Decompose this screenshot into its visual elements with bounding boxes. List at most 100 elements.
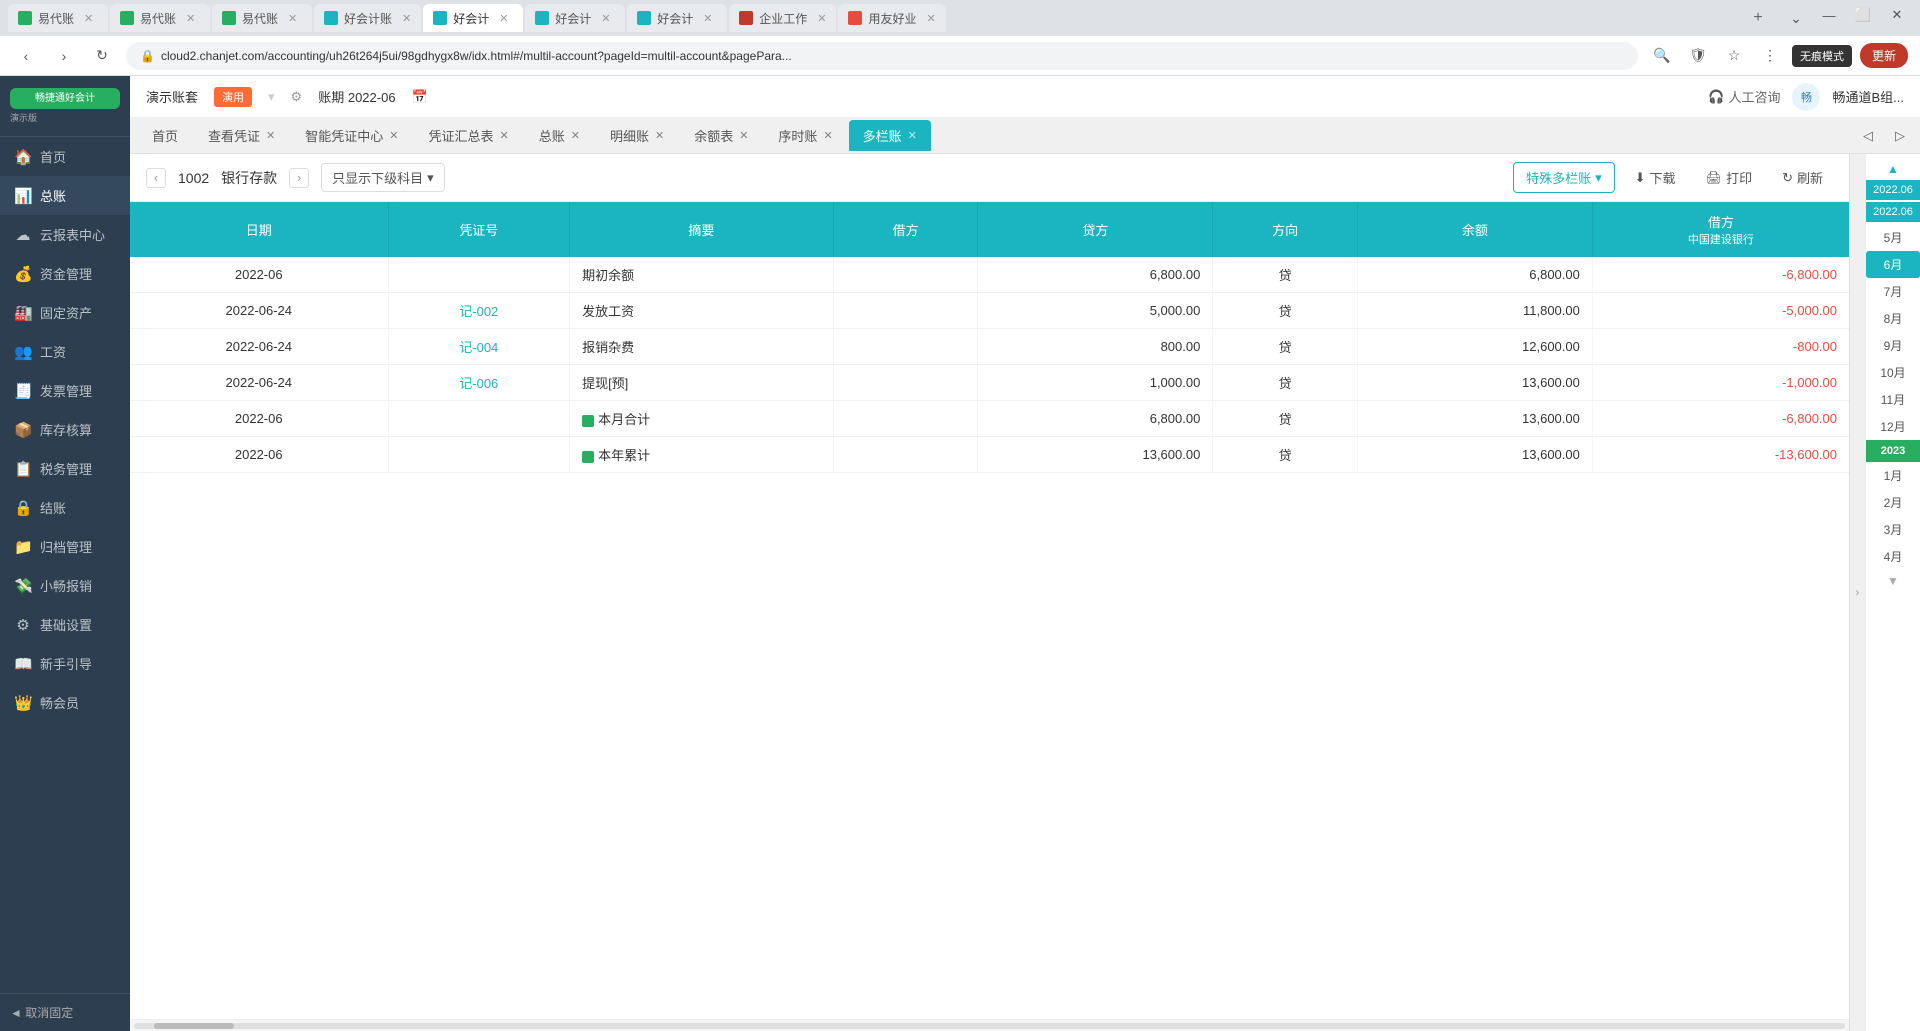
date-nav-month-6月[interactable]: 6月: [1866, 251, 1920, 278]
tab-collapse-button[interactable]: ◁: [1856, 124, 1880, 148]
sidebar-item-云报表中心[interactable]: ☁ 云报表中心: [0, 215, 130, 254]
browser-tab-5[interactable]: 好会计 ✕: [423, 4, 523, 32]
tab-close-icon[interactable]: ✕: [601, 12, 610, 25]
date-nav-month-8月[interactable]: 8月: [1866, 305, 1920, 332]
sidebar-item-畅会员[interactable]: 👑 畅会员: [0, 683, 130, 722]
sidebar-item-资金管理[interactable]: 💰 资金管理: [0, 254, 130, 293]
app-tab-查看凭证[interactable]: 查看凭证✕: [194, 120, 289, 151]
tab-expand-button[interactable]: ▷: [1888, 124, 1912, 148]
date-nav-month-2月[interactable]: 2月: [1866, 489, 1920, 516]
tab-overflow-button[interactable]: ⌄: [1782, 4, 1810, 32]
sidebar-item-结账[interactable]: 🔒 结账: [0, 488, 130, 527]
consultant-button[interactable]: 🎧 人工咨询: [1708, 87, 1780, 106]
download-button[interactable]: ⬇ 下载: [1625, 163, 1686, 192]
app-tab-close-icon[interactable]: ✕: [571, 129, 580, 142]
sidebar-item-税务管理[interactable]: 📋 税务管理: [0, 449, 130, 488]
voucher-link[interactable]: 记-002: [459, 304, 498, 319]
next-account-button[interactable]: ›: [289, 168, 309, 188]
date-nav-month-9月[interactable]: 9月: [1866, 332, 1920, 359]
date-nav-month-11月[interactable]: 11月: [1866, 386, 1920, 413]
demo-badge[interactable]: 演用: [214, 87, 252, 107]
app-tab-明细账[interactable]: 明细账✕: [596, 120, 678, 151]
date-nav-month-1月[interactable]: 1月: [1866, 462, 1920, 489]
app-tab-close-icon[interactable]: ✕: [823, 129, 832, 142]
refresh-button[interactable]: ↻ 刷新: [1772, 163, 1833, 192]
back-button[interactable]: ‹: [12, 42, 40, 70]
filter-select[interactable]: 只显示下级科目 ▾: [321, 163, 445, 192]
tab-close-icon[interactable]: ✕: [703, 12, 712, 25]
browser-tab-9[interactable]: 用友好业 ✕: [838, 4, 945, 32]
scrollbar-track[interactable]: [134, 1023, 1845, 1029]
date-nav-month-5月[interactable]: 5月: [1866, 224, 1920, 251]
close-window-button[interactable]: ✕: [1882, 4, 1912, 26]
browser-tab-1[interactable]: 易代账 ✕: [8, 4, 108, 32]
cell-voucher[interactable]: 记-004: [388, 329, 570, 365]
sidebar-item-基础设置[interactable]: ⚙ 基础设置: [0, 605, 130, 644]
app-tab-首页[interactable]: 首页: [138, 120, 192, 151]
maximize-button[interactable]: ⬜: [1848, 4, 1878, 26]
unpin-button[interactable]: ◄ 取消固定: [10, 1004, 120, 1021]
app-tab-序时账[interactable]: 序时账✕: [764, 120, 846, 151]
app-tab-智能凭证中心[interactable]: 智能凭证中心✕: [291, 120, 412, 151]
sidebar-item-发票管理[interactable]: 🧾 发票管理: [0, 371, 130, 410]
search-icon[interactable]: 🔍: [1648, 42, 1676, 70]
sidebar-item-总账[interactable]: 📊 总账: [0, 176, 130, 215]
cell-voucher[interactable]: 记-002: [388, 293, 570, 329]
sidebar-item-小畅报销[interactable]: 💸 小畅报销: [0, 566, 130, 605]
voucher-link[interactable]: 记-004: [459, 340, 498, 355]
minimize-button[interactable]: —: [1814, 4, 1844, 26]
app-tab-余额表[interactable]: 余额表✕: [680, 120, 762, 151]
new-tab-button[interactable]: +: [1746, 6, 1770, 30]
sidebar-item-新手引导[interactable]: 📖 新手引导: [0, 644, 130, 683]
tab-close-icon[interactable]: ✕: [288, 12, 297, 25]
print-button[interactable]: 🖨 打印: [1696, 163, 1763, 192]
update-button[interactable]: 更新: [1860, 43, 1908, 68]
forward-button[interactable]: ›: [50, 42, 78, 70]
app-tab-close-icon[interactable]: ✕: [266, 129, 275, 142]
cell-voucher[interactable]: 记-006: [388, 365, 570, 401]
voucher-link[interactable]: 记-006: [459, 376, 498, 391]
app-tab-总账[interactable]: 总账✕: [525, 120, 594, 151]
browser-tab-2[interactable]: 易代账 ✕: [110, 4, 210, 32]
browser-tab-7[interactable]: 好会计 ✕: [627, 4, 727, 32]
app-tab-close-icon[interactable]: ✕: [389, 129, 398, 142]
date-nav-month-7月[interactable]: 7月: [1866, 278, 1920, 305]
browser-tab-6[interactable]: 好会计 ✕: [525, 4, 625, 32]
app-tab-凭证汇总表[interactable]: 凭证汇总表✕: [414, 120, 522, 151]
browser-settings-icon[interactable]: ⋮: [1756, 42, 1784, 70]
browser-tab-4[interactable]: 好会计账 ✕: [314, 4, 421, 32]
tab-close-icon[interactable]: ✕: [499, 12, 508, 25]
date-nav-up-button[interactable]: ▲: [1866, 158, 1920, 180]
multi-col-button[interactable]: 特殊多栏账 ▾: [1513, 162, 1615, 193]
sidebar-item-工资[interactable]: 👥 工资: [0, 332, 130, 371]
tab-close-icon[interactable]: ✕: [186, 12, 195, 25]
sidebar-item-归档管理[interactable]: 📁 归档管理: [0, 527, 130, 566]
date-nav-month-4月[interactable]: 4月: [1866, 543, 1920, 570]
calendar-icon[interactable]: 📅: [412, 89, 428, 105]
bookmark-icon[interactable]: ☆: [1720, 42, 1748, 70]
horizontal-scrollbar[interactable]: [130, 1019, 1849, 1031]
date-nav-month-3月[interactable]: 3月: [1866, 516, 1920, 543]
reload-button[interactable]: ↻: [88, 42, 116, 70]
app-tab-close-icon[interactable]: ✕: [908, 129, 917, 142]
date-nav-month-10月[interactable]: 10月: [1866, 359, 1920, 386]
sidebar-item-首页[interactable]: 🏠 首页: [0, 137, 130, 176]
sidebar-item-库存核算[interactable]: 📦 库存核算: [0, 410, 130, 449]
app-tab-多栏账[interactable]: 多栏账✕: [849, 120, 931, 151]
tab-close-icon[interactable]: ✕: [402, 12, 411, 25]
browser-tab-8[interactable]: 企业工作 ✕: [729, 4, 836, 32]
date-nav-down-button[interactable]: ▼: [1866, 570, 1920, 592]
sidebar-item-固定资产[interactable]: 🏭 固定资产: [0, 293, 130, 332]
adblock-icon[interactable]: 🛡: [1684, 42, 1712, 70]
date-nav-month-12月[interactable]: 12月: [1866, 413, 1920, 440]
app-tab-close-icon[interactable]: ✕: [739, 129, 748, 142]
scrollbar-thumb[interactable]: [154, 1023, 234, 1029]
settings-icon[interactable]: ⚙: [291, 89, 303, 105]
tab-close-icon[interactable]: ✕: [926, 12, 935, 25]
tab-close-icon[interactable]: ✕: [817, 12, 826, 25]
app-tab-close-icon[interactable]: ✕: [655, 129, 664, 142]
prev-account-button[interactable]: ‹: [146, 168, 166, 188]
collapse-handle[interactable]: ›: [1849, 154, 1865, 1031]
browser-tab-3[interactable]: 易代账 ✕: [212, 4, 312, 32]
app-tab-close-icon[interactable]: ✕: [500, 129, 509, 142]
